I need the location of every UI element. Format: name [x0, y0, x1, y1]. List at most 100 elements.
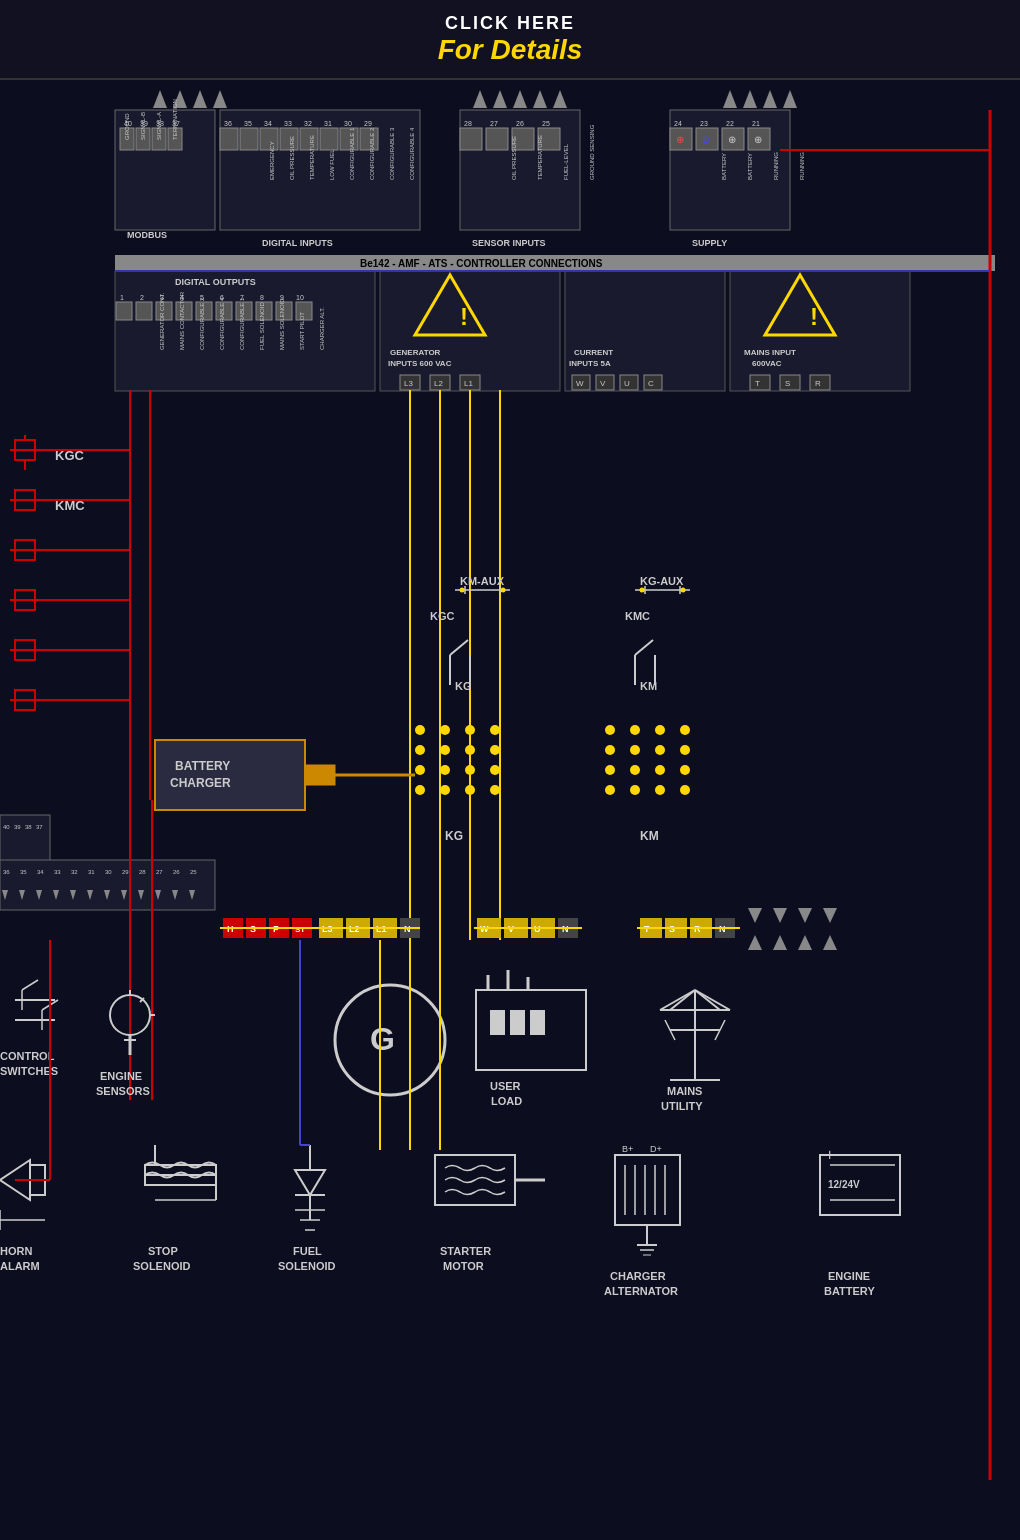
svg-text:24: 24 [674, 120, 682, 127]
svg-text:27: 27 [156, 869, 163, 875]
svg-text:28: 28 [464, 120, 472, 127]
svg-text:23: 23 [700, 120, 708, 127]
svg-point-218 [490, 725, 500, 735]
svg-text:ALTERNATOR: ALTERNATOR [604, 1285, 678, 1297]
svg-text:CHARGER ALT.: CHARGER ALT. [319, 307, 325, 350]
svg-point-217 [465, 785, 475, 795]
svg-text:BATTERY: BATTERY [721, 153, 727, 180]
svg-text:+: + [825, 1146, 834, 1163]
svg-text:29: 29 [364, 120, 372, 127]
svg-text:SUPPLY: SUPPLY [692, 238, 727, 248]
svg-text:BATTERY: BATTERY [175, 759, 230, 773]
svg-point-208 [415, 765, 425, 775]
svg-text:25: 25 [542, 120, 550, 127]
svg-text:KM: KM [640, 829, 659, 843]
top-banner[interactable]: CLICK HERE For Details [0, 0, 1020, 80]
svg-point-219 [490, 745, 500, 755]
svg-text:UTILITY: UTILITY [661, 1100, 703, 1112]
svg-point-221 [490, 785, 500, 795]
svg-text:35: 35 [244, 120, 252, 127]
svg-text:⊕: ⊕ [676, 134, 684, 145]
svg-text:DIGITAL INPUTS: DIGITAL INPUTS [262, 238, 333, 248]
svg-text:30: 30 [344, 120, 352, 127]
svg-point-224 [605, 765, 615, 775]
svg-text:KG-AUX: KG-AUX [640, 575, 684, 587]
svg-text:LOW FUEL: LOW FUEL [329, 149, 335, 180]
svg-point-229 [630, 785, 640, 795]
svg-text:TEMPERATURE: TEMPERATURE [309, 135, 315, 180]
svg-rect-119 [380, 271, 560, 391]
svg-rect-320 [530, 1010, 545, 1035]
svg-rect-319 [510, 1010, 525, 1035]
svg-text:V: V [600, 379, 606, 388]
svg-text:!: ! [810, 303, 818, 330]
svg-text:MODBUS: MODBUS [127, 230, 167, 240]
svg-text:GENERATOR: GENERATOR [390, 348, 441, 357]
svg-text:START PILOT: START PILOT [299, 312, 305, 350]
svg-text:T: T [755, 379, 760, 388]
svg-text:MOTOR: MOTOR [443, 1260, 484, 1272]
svg-text:37: 37 [36, 824, 43, 830]
svg-text:31: 31 [88, 869, 95, 875]
svg-text:32: 32 [304, 120, 312, 127]
svg-text:INPUTS 600 VAC: INPUTS 600 VAC [388, 359, 452, 368]
svg-point-237 [680, 785, 690, 795]
svg-text:ALARM: ALARM [0, 1260, 40, 1272]
svg-rect-146 [750, 375, 770, 390]
svg-text:8: 8 [260, 294, 264, 301]
svg-text:CURRENT: CURRENT [574, 348, 613, 357]
svg-text:38: 38 [25, 824, 32, 830]
svg-text:!: ! [460, 303, 468, 330]
svg-point-228 [630, 765, 640, 775]
svg-point-189 [640, 588, 645, 593]
svg-text:CONFIGURABLE 2: CONFIGURABLE 2 [369, 127, 375, 180]
svg-text:SENSORS: SENSORS [96, 1085, 150, 1097]
svg-point-213 [440, 785, 450, 795]
svg-point-227 [630, 745, 640, 755]
click-here-text: CLICK HERE [445, 13, 575, 34]
svg-text:BATTERY: BATTERY [824, 1285, 875, 1297]
svg-text:40: 40 [3, 824, 10, 830]
svg-rect-100 [116, 302, 132, 320]
svg-text:KMC: KMC [625, 610, 650, 622]
svg-text:26: 26 [173, 869, 180, 875]
svg-text:1: 1 [120, 294, 124, 301]
svg-text:L3: L3 [404, 379, 413, 388]
svg-point-215 [465, 745, 475, 755]
svg-text:Be142 - AMF - ATS - CONTROLLER: Be142 - AMF - ATS - CONTROLLER CONNECTIO… [360, 258, 603, 269]
svg-text:S: S [785, 379, 790, 388]
svg-text:FUEL SOLENOID: FUEL SOLENOID [259, 302, 265, 350]
svg-text:25: 25 [190, 869, 197, 875]
svg-point-225 [605, 785, 615, 795]
svg-point-234 [680, 725, 690, 735]
svg-rect-101 [136, 302, 152, 320]
svg-text:600VAC: 600VAC [752, 359, 782, 368]
svg-text:L1: L1 [464, 379, 473, 388]
svg-text:CONFIGURABLE 4: CONFIGURABLE 4 [219, 297, 225, 350]
svg-text:10: 10 [296, 294, 304, 301]
svg-text:BATTERY: BATTERY [747, 153, 753, 180]
svg-text:INPUTS 5A: INPUTS 5A [569, 359, 611, 368]
svg-text:27: 27 [490, 120, 498, 127]
svg-text:ENGINE: ENGINE [828, 1270, 870, 1282]
svg-text:FUEL-LEVEL: FUEL-LEVEL [563, 143, 569, 180]
svg-point-209 [415, 785, 425, 795]
svg-text:L2: L2 [434, 379, 443, 388]
svg-point-214 [465, 725, 475, 735]
svg-text:33: 33 [54, 869, 61, 875]
svg-text:2: 2 [140, 294, 144, 301]
svg-text:26: 26 [516, 120, 524, 127]
svg-text:⊕: ⊕ [754, 134, 762, 145]
svg-point-235 [680, 745, 690, 755]
svg-point-220 [490, 765, 500, 775]
svg-text:CONFIGURABLE 2: CONFIGURABLE 2 [199, 297, 205, 350]
svg-rect-318 [490, 1010, 505, 1035]
svg-point-207 [415, 745, 425, 755]
svg-point-184 [501, 588, 506, 593]
svg-text:⊖: ⊖ [702, 134, 710, 145]
svg-rect-42 [320, 128, 338, 150]
svg-text:G: G [370, 1021, 395, 1057]
svg-text:CHARGER: CHARGER [610, 1270, 666, 1282]
svg-text:ENGINE: ENGINE [100, 1070, 142, 1082]
svg-text:DIGITAL OUTPUTS: DIGITAL OUTPUTS [175, 277, 256, 287]
